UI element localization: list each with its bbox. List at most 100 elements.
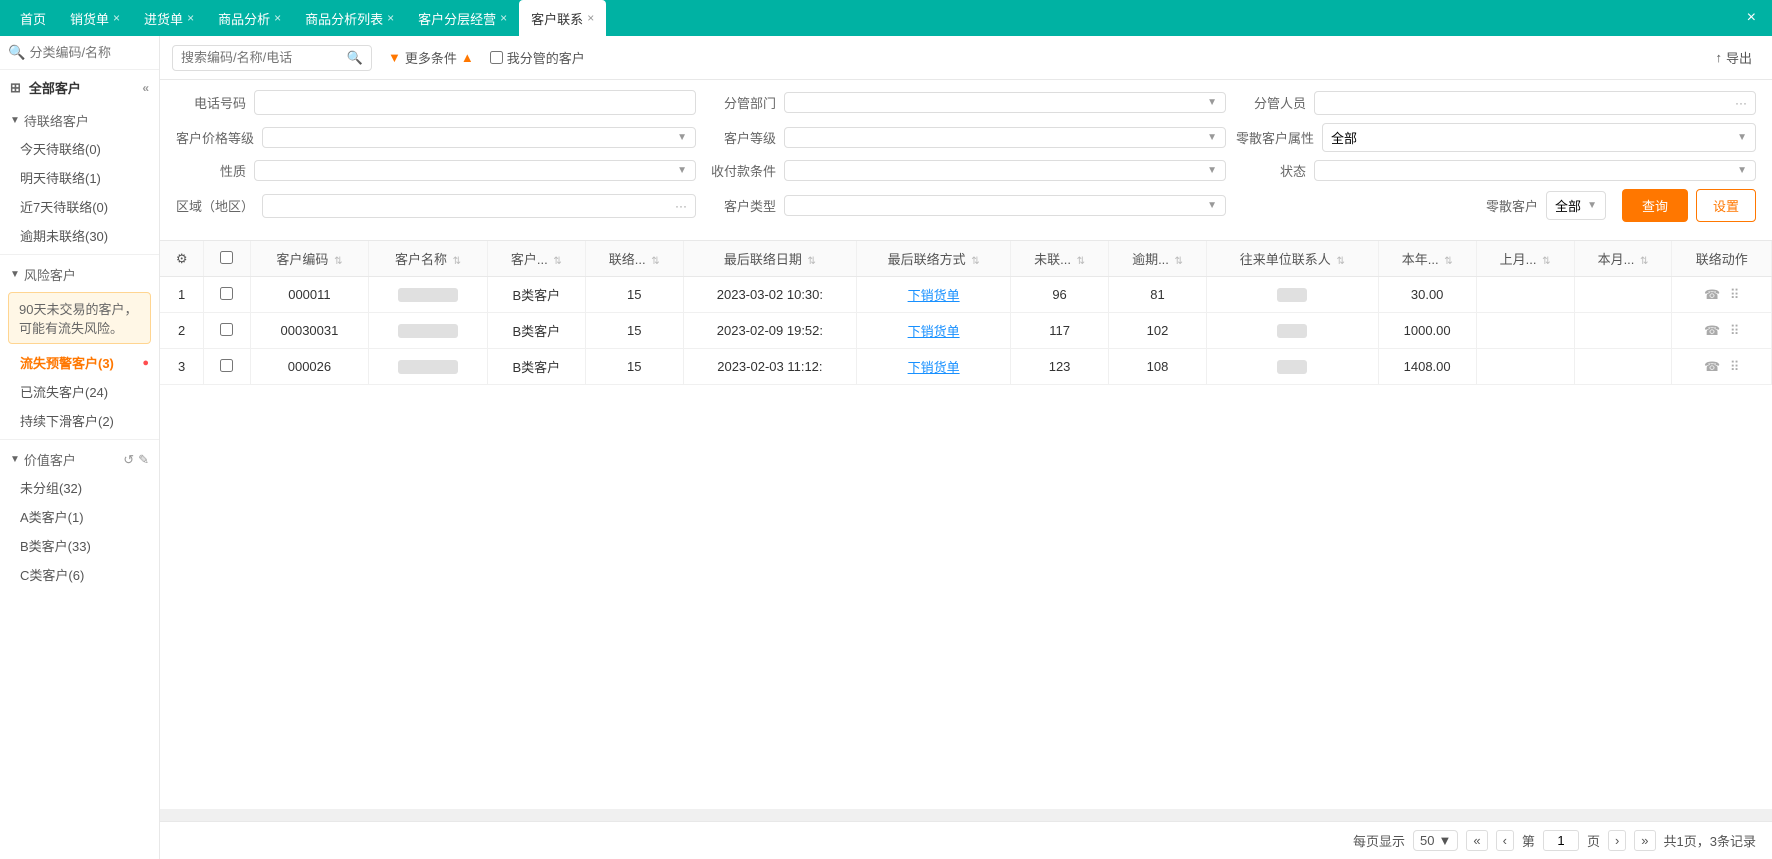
cell-checkbox[interactable] (204, 313, 250, 349)
page-number-input[interactable] (1543, 830, 1579, 851)
filter-zero-customer-select[interactable]: 全部 ▼ (1546, 191, 1606, 220)
search-submit-icon[interactable]: 🔍 (347, 50, 363, 66)
cell-checkbox[interactable] (204, 349, 250, 385)
last-method-link[interactable]: 下销货单 (908, 288, 960, 303)
sidebar-item-class-c[interactable]: C类客户(6) (0, 560, 159, 589)
sidebar-item-loss-warning[interactable]: 流失预警客户(3) ● (0, 348, 159, 377)
nav-product-analysis-list[interactable]: 商品分析列表 × (293, 0, 406, 36)
horizontal-scrollbar[interactable] (160, 809, 1772, 821)
action-more-icon[interactable]: ⠿ (1730, 323, 1740, 338)
cell-checkbox[interactable] (204, 277, 250, 313)
cell-last-method[interactable]: 下销货单 (857, 277, 1011, 313)
filter-zero-attr-select[interactable]: 全部 ▼ (1322, 123, 1756, 152)
filter-customer-tier-select[interactable]: ▼ (784, 127, 1226, 148)
table-settings-icon[interactable]: ⚙ (176, 251, 188, 266)
search-input[interactable] (181, 50, 343, 65)
sidebar-item-declining[interactable]: 持续下滑客户(2) (0, 406, 159, 435)
prev-page-button[interactable]: ‹ (1496, 830, 1514, 851)
filter-nature-select[interactable]: ▼ (254, 160, 696, 181)
col-last-date[interactable]: 最后联络日期 ⇅ (683, 241, 856, 277)
action-contact-icon[interactable]: ☎ (1704, 323, 1720, 338)
sidebar-group-pending[interactable]: ▼ 待联络客户 (0, 105, 159, 134)
sidebar-item-7days[interactable]: 近7天待联络(0) (0, 192, 159, 221)
cell-contact: 15 (585, 313, 683, 349)
col-this-year[interactable]: 本年... ⇅ (1378, 241, 1476, 277)
data-table: ⚙ 客户编码 ⇅ 客户名称 ⇅ (160, 241, 1772, 385)
query-button[interactable]: 查询 (1622, 189, 1688, 222)
nav-close-customer-tier[interactable]: × (500, 11, 507, 25)
col-this-month[interactable]: 本月... ⇅ (1574, 241, 1672, 277)
col-type[interactable]: 客户... ⇅ (487, 241, 585, 277)
action-more-icon[interactable]: ⠿ (1730, 359, 1740, 374)
edit-icon[interactable]: ✎ (138, 452, 149, 468)
settings-button[interactable]: 设置 (1696, 189, 1756, 222)
sidebar-item-ungrouped[interactable]: 未分组(32) (0, 473, 159, 502)
nav-close-product-analysis[interactable]: × (274, 11, 281, 25)
more-filter-button[interactable]: ▼ 更多条件 ▲ (380, 44, 482, 71)
sidebar-item-overdue[interactable]: 逾期未联络(30) (0, 221, 159, 250)
col-contact[interactable]: 联络... ⇅ (585, 241, 683, 277)
col-contact-person[interactable]: 往来单位联系人 ⇅ (1206, 241, 1378, 277)
col-overdue[interactable]: 逾期... ⇅ (1109, 241, 1207, 277)
my-customer-checkbox[interactable] (490, 51, 503, 64)
action-more-icon[interactable]: ⠿ (1730, 287, 1740, 302)
row-checkbox[interactable] (220, 287, 233, 300)
nav-product-analysis[interactable]: 商品分析 × (206, 0, 293, 36)
select-all-checkbox[interactable] (220, 251, 233, 264)
col-uncontacted[interactable]: 未联... ⇅ (1011, 241, 1109, 277)
export-button[interactable]: ↑ 导出 (1707, 44, 1760, 71)
sidebar-item-class-b[interactable]: B类客户(33) (0, 531, 159, 560)
my-customer-filter[interactable]: 我分管的客户 (490, 48, 585, 67)
cell-last-method[interactable]: 下销货单 (857, 349, 1011, 385)
last-method-link[interactable]: 下销货单 (908, 360, 960, 375)
sidebar-search-icon: 🔍 (8, 44, 25, 61)
col-name[interactable]: 客户名称 ⇅ (369, 241, 488, 277)
col-last-method[interactable]: 最后联络方式 ⇅ (857, 241, 1011, 277)
filter-phone-input[interactable] (254, 90, 696, 115)
nav-home[interactable]: 首页 (8, 0, 58, 36)
sidebar-group-value[interactable]: ▼ 价值客户 ↺ ✎ (0, 444, 159, 473)
filter-zero-customer: 零散客户 全部 ▼ 查询 设置 (1236, 189, 1756, 222)
action-contact-icon[interactable]: ☎ (1704, 359, 1720, 374)
action-contact-icon[interactable]: ☎ (1704, 287, 1720, 302)
sidebar-item-class-a[interactable]: A类客户(1) (0, 502, 159, 531)
sidebar-search-input[interactable] (29, 45, 151, 60)
cell-last-method[interactable]: 下销货单 (857, 313, 1011, 349)
col-last-month[interactable]: 上月... ⇅ (1476, 241, 1574, 277)
row-checkbox[interactable] (220, 323, 233, 336)
nav-sales-order[interactable]: 销货单 × (58, 0, 132, 36)
filter-customer-type-select[interactable]: ▼ (784, 195, 1226, 216)
window-close-button[interactable]: × (1739, 9, 1764, 27)
last-method-link[interactable]: 下销货单 (908, 324, 960, 339)
nav-close-product-analysis-list[interactable]: × (387, 11, 394, 25)
filter-price-tier-select[interactable]: ▼ (262, 127, 696, 148)
filter-status-select[interactable]: ▼ (1314, 160, 1756, 181)
col-code[interactable]: 客户编码 ⇅ (250, 241, 369, 277)
group-arrow-pending: ▼ (10, 115, 20, 126)
filter-manager-select[interactable]: ··· (1314, 91, 1756, 115)
nav-close-customer-contact[interactable]: × (587, 11, 594, 25)
col-settings[interactable]: ⚙ (160, 241, 204, 277)
nav-purchase-order[interactable]: 进货单 × (132, 0, 206, 36)
page-size-selector[interactable]: 50 ▼ (1413, 830, 1458, 851)
next-page-button[interactable]: › (1608, 830, 1626, 851)
search-box[interactable]: 🔍 (172, 45, 372, 71)
sidebar-group-risk[interactable]: ▼ 风险客户 (0, 259, 159, 288)
refresh-icon[interactable]: ↺ (123, 452, 134, 468)
table-header-row: ⚙ 客户编码 ⇅ 客户名称 ⇅ (160, 241, 1772, 277)
first-page-button[interactable]: « (1466, 830, 1487, 851)
last-page-button[interactable]: » (1634, 830, 1655, 851)
toolbar: 🔍 ▼ 更多条件 ▲ 我分管的客户 ↑ 导出 (160, 36, 1772, 80)
filter-region-select[interactable]: ··· (262, 194, 696, 218)
nav-close-sales-order[interactable]: × (113, 11, 120, 25)
sidebar-item-today[interactable]: 今天待联络(0) (0, 134, 159, 163)
nav-customer-tier[interactable]: 客户分层经营 × (406, 0, 519, 36)
row-checkbox[interactable] (220, 359, 233, 372)
filter-dept-select[interactable]: ▼ (784, 92, 1226, 113)
nav-customer-contact[interactable]: 客户联系 × (519, 0, 606, 36)
nav-close-purchase-order[interactable]: × (187, 11, 194, 25)
filter-payment-select[interactable]: ▼ (784, 160, 1226, 181)
sidebar-collapse-button[interactable]: « (142, 81, 149, 95)
sidebar-item-tomorrow[interactable]: 明天待联络(1) (0, 163, 159, 192)
sidebar-item-lost[interactable]: 已流失客户(24) (0, 377, 159, 406)
